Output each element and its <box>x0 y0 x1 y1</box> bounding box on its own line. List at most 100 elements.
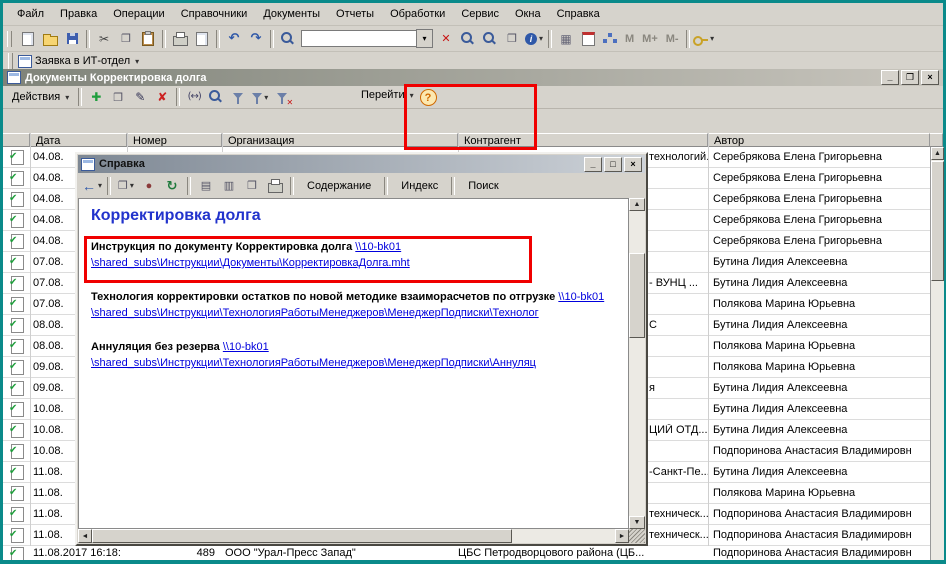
copy-item-button[interactable]: ❐ <box>107 87 129 108</box>
print-button[interactable] <box>169 28 191 49</box>
info-button[interactable]: i ▾ <box>523 28 545 49</box>
entry-server-link[interactable]: \\10-bk01 <box>558 291 604 303</box>
scroll-up-button[interactable]: ▲ <box>629 198 645 211</box>
filter-funnel-icon <box>233 92 244 104</box>
header-number[interactable]: Номер <box>127 133 222 147</box>
set-filter-button[interactable] <box>227 87 249 108</box>
help-minimize-button[interactable]: _ <box>584 156 602 172</box>
scroll-thumb[interactable] <box>931 161 944 281</box>
find-previous-button[interactable] <box>479 28 501 49</box>
menu-item[interactable]: Файл <box>9 5 52 23</box>
help-close-button[interactable]: × <box>624 156 642 172</box>
redo-button[interactable]: ↷ <box>245 28 267 49</box>
print-preview-button[interactable] <box>191 28 213 49</box>
pane-icon: ❐ <box>247 179 257 192</box>
open-button[interactable] <box>39 28 61 49</box>
caret-down-icon: ▾ <box>129 181 134 190</box>
table-row-partial[interactable]: ✔ 11.08.2017 16:18: 489 ООО "Урал-Пресс … <box>3 546 930 560</box>
help-window-titlebar[interactable]: Справка _ □ × <box>78 155 645 173</box>
table-settings-button[interactable]: ▦ <box>555 28 577 49</box>
delete-mark-button[interactable]: ✘ <box>151 87 173 108</box>
search-dropdown-button[interactable]: ▾ <box>416 29 433 48</box>
search-in-list-button[interactable] <box>205 87 227 108</box>
menu-item[interactable]: Документы <box>255 5 328 23</box>
scroll-down-button[interactable]: ▼ <box>629 516 645 529</box>
show-contents-pane-button[interactable]: ▤ <box>195 175 217 196</box>
find-button[interactable] <box>277 28 299 49</box>
access-rights-button[interactable]: ▾ <box>693 28 715 49</box>
menu-item[interactable]: Сервис <box>453 5 507 23</box>
scroll-right-button[interactable]: ► <box>615 529 629 543</box>
paste-button[interactable] <box>137 28 159 49</box>
gridline <box>30 133 31 560</box>
cut-button[interactable]: ✂ <box>93 28 115 49</box>
entry-path-link[interactable]: \shared_subs\Инструкции\ТехнологияРаботы… <box>91 305 620 321</box>
copy-icon: ❐ <box>121 32 131 45</box>
cell-date: 11.08.2017 16:18: <box>33 547 121 559</box>
help-print-button[interactable] <box>264 175 286 196</box>
scroll-up-button[interactable]: ▲ <box>931 147 944 160</box>
search-tab-button[interactable]: Поиск <box>459 178 507 194</box>
separator <box>290 176 294 195</box>
menu-item[interactable]: Обработки <box>382 5 453 23</box>
entry-path-link[interactable]: \shared_subs\Инструкции\ТехнологияРаботы… <box>91 355 620 371</box>
copy-button[interactable]: ❐ <box>115 28 137 49</box>
contents-tab-button[interactable]: Содержание <box>298 178 380 194</box>
clear-search-button[interactable]: ✕ <box>435 28 457 49</box>
menu-item[interactable]: Операции <box>105 5 172 23</box>
calendar-button[interactable] <box>577 28 599 49</box>
menu-item[interactable]: Отчеты <box>328 5 382 23</box>
cell-date: 07.08. <box>33 298 64 310</box>
memory-recall-button[interactable]: M <box>621 33 638 45</box>
table-vertical-scrollbar[interactable]: ▲ <box>930 147 944 560</box>
new-document-icon <box>22 31 34 46</box>
save-button[interactable] <box>61 28 83 49</box>
find-next-button[interactable] <box>457 28 479 49</box>
add-button[interactable]: ✚ <box>85 87 107 108</box>
clear-filter-button[interactable] <box>271 87 293 108</box>
help-maximize-button[interactable]: □ <box>604 156 622 172</box>
new-document-button[interactable] <box>17 28 39 49</box>
menu-item[interactable]: Окна <box>507 5 549 23</box>
restore-button[interactable]: ❐ <box>901 70 919 85</box>
toolbar-grip[interactable] <box>8 53 13 69</box>
header-icon-column[interactable] <box>3 133 30 147</box>
header-date[interactable]: Дата <box>30 133 127 147</box>
entry-server-link[interactable]: \\10-bk01 <box>223 341 269 353</box>
page-options-button[interactable]: ❐ ▾ <box>115 175 137 196</box>
undo-button[interactable]: ↶ <box>223 28 245 49</box>
help-horizontal-scrollbar[interactable]: ◄ ► <box>78 529 629 543</box>
stop-icon: ● <box>145 179 153 192</box>
related-documents-button[interactable]: ❐ <box>501 28 523 49</box>
refresh-button[interactable]: ↻ <box>161 175 183 196</box>
memory-minus-button[interactable]: M- <box>662 33 683 45</box>
menu-item[interactable]: Правка <box>52 5 105 23</box>
scroll-thumb[interactable] <box>92 529 512 543</box>
stop-button[interactable]: ● <box>138 175 160 196</box>
help-vertical-scrollbar[interactable]: ▲ ▼ <box>629 198 645 529</box>
back-button[interactable]: ← ▾ <box>81 175 103 196</box>
toolbar-grip[interactable] <box>7 30 12 47</box>
scroll-thumb[interactable] <box>629 253 645 338</box>
caret-down-icon: ▾ <box>135 56 140 66</box>
header-author[interactable]: Автор <box>708 133 930 147</box>
scroll-left-button[interactable]: ◄ <box>78 529 92 543</box>
show-search-pane-button[interactable]: ❐ <box>241 175 263 196</box>
resize-grip[interactable] <box>629 529 645 543</box>
menu-item[interactable]: Справочники <box>173 5 256 23</box>
filter-by-value-button[interactable]: ▾ <box>249 87 271 108</box>
menu-item[interactable]: Справка <box>549 5 608 23</box>
show-index-pane-button[interactable]: ▥ <box>218 175 240 196</box>
search-input[interactable] <box>301 30 416 47</box>
actions-menu-button[interactable]: Действия ▾ <box>6 89 75 105</box>
pane-icon: ▤ <box>200 179 212 192</box>
it-request-label[interactable]: Заявка в ИТ-отдел <box>35 55 130 67</box>
date-interval-button[interactable]: (↔) <box>183 87 205 108</box>
calculator-button[interactable] <box>599 28 621 49</box>
edit-button[interactable]: ✎ <box>129 87 151 108</box>
memory-plus-button[interactable]: M+ <box>638 33 662 45</box>
minimize-button[interactable]: _ <box>881 70 899 85</box>
annotation-box-help-button <box>404 84 537 150</box>
index-tab-button[interactable]: Индекс <box>392 178 447 194</box>
close-button[interactable]: × <box>921 70 939 85</box>
